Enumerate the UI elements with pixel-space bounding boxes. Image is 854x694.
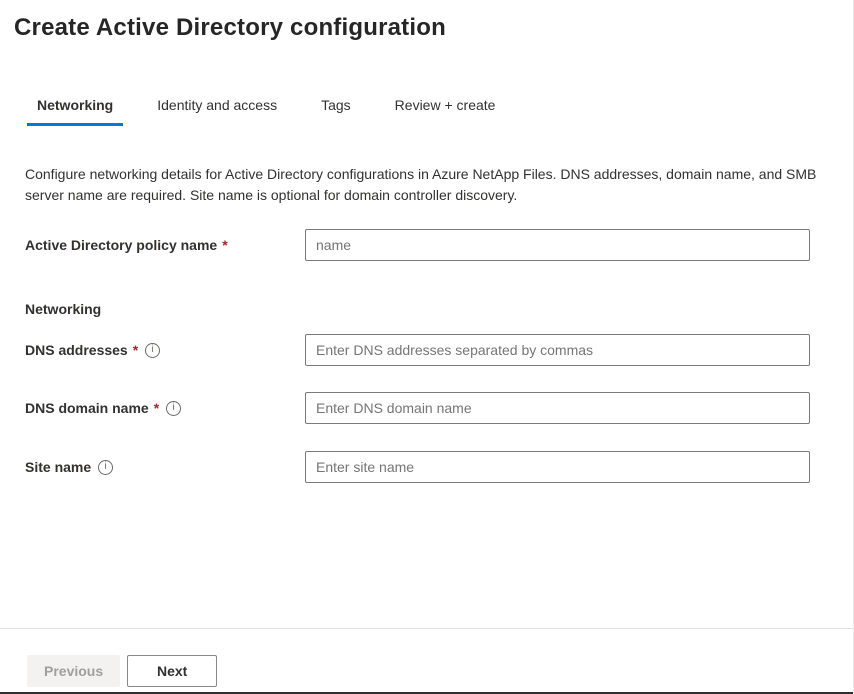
required-asterisk: * <box>153 400 160 416</box>
dns-addresses-row: DNS addresses * i <box>25 334 810 366</box>
dns-addresses-label: DNS addresses * i <box>25 341 305 359</box>
networking-section-heading: Networking <box>25 301 102 317</box>
dns-addresses-input[interactable] <box>305 334 810 366</box>
policy-name-row: Active Directory policy name * <box>25 229 810 261</box>
site-name-label-text: Site name <box>25 459 92 475</box>
dns-addresses-label-text: DNS addresses <box>25 342 128 358</box>
policy-name-label: Active Directory policy name * <box>25 236 305 254</box>
tab-bar: Networking Identity and access Tags Revi… <box>27 96 853 126</box>
tab-review-create[interactable]: Review + create <box>385 96 506 126</box>
dns-domain-name-row: DNS domain name * i <box>25 392 810 424</box>
site-name-row: Site name i <box>25 451 810 483</box>
tab-tags[interactable]: Tags <box>311 96 361 126</box>
tab-identity-and-access[interactable]: Identity and access <box>147 96 287 126</box>
policy-name-input[interactable] <box>305 229 810 261</box>
dns-domain-name-label-text: DNS domain name <box>25 400 149 416</box>
site-name-input[interactable] <box>305 451 810 483</box>
footer-separator <box>0 628 853 629</box>
info-icon[interactable]: i <box>166 400 182 416</box>
page-title: Create Active Directory configuration <box>14 14 446 41</box>
required-asterisk: * <box>222 237 228 253</box>
policy-name-label-text: Active Directory policy name <box>25 237 218 253</box>
tab-description: Configure networking details for Active … <box>25 166 817 203</box>
required-asterisk: * <box>132 342 139 358</box>
site-name-label: Site name i <box>25 458 305 476</box>
previous-button[interactable]: Previous <box>27 655 121 687</box>
dns-domain-name-input[interactable] <box>305 392 810 424</box>
info-icon[interactable]: i <box>145 342 161 358</box>
next-button[interactable]: Next <box>127 655 218 687</box>
dns-domain-name-label: DNS domain name * i <box>25 399 305 417</box>
footer-button-bar: Previous Next <box>27 655 218 687</box>
info-icon[interactable]: i <box>98 459 114 475</box>
networking-form: Active Directory policy name * Networkin… <box>25 229 810 483</box>
tab-networking[interactable]: Networking <box>27 96 124 126</box>
